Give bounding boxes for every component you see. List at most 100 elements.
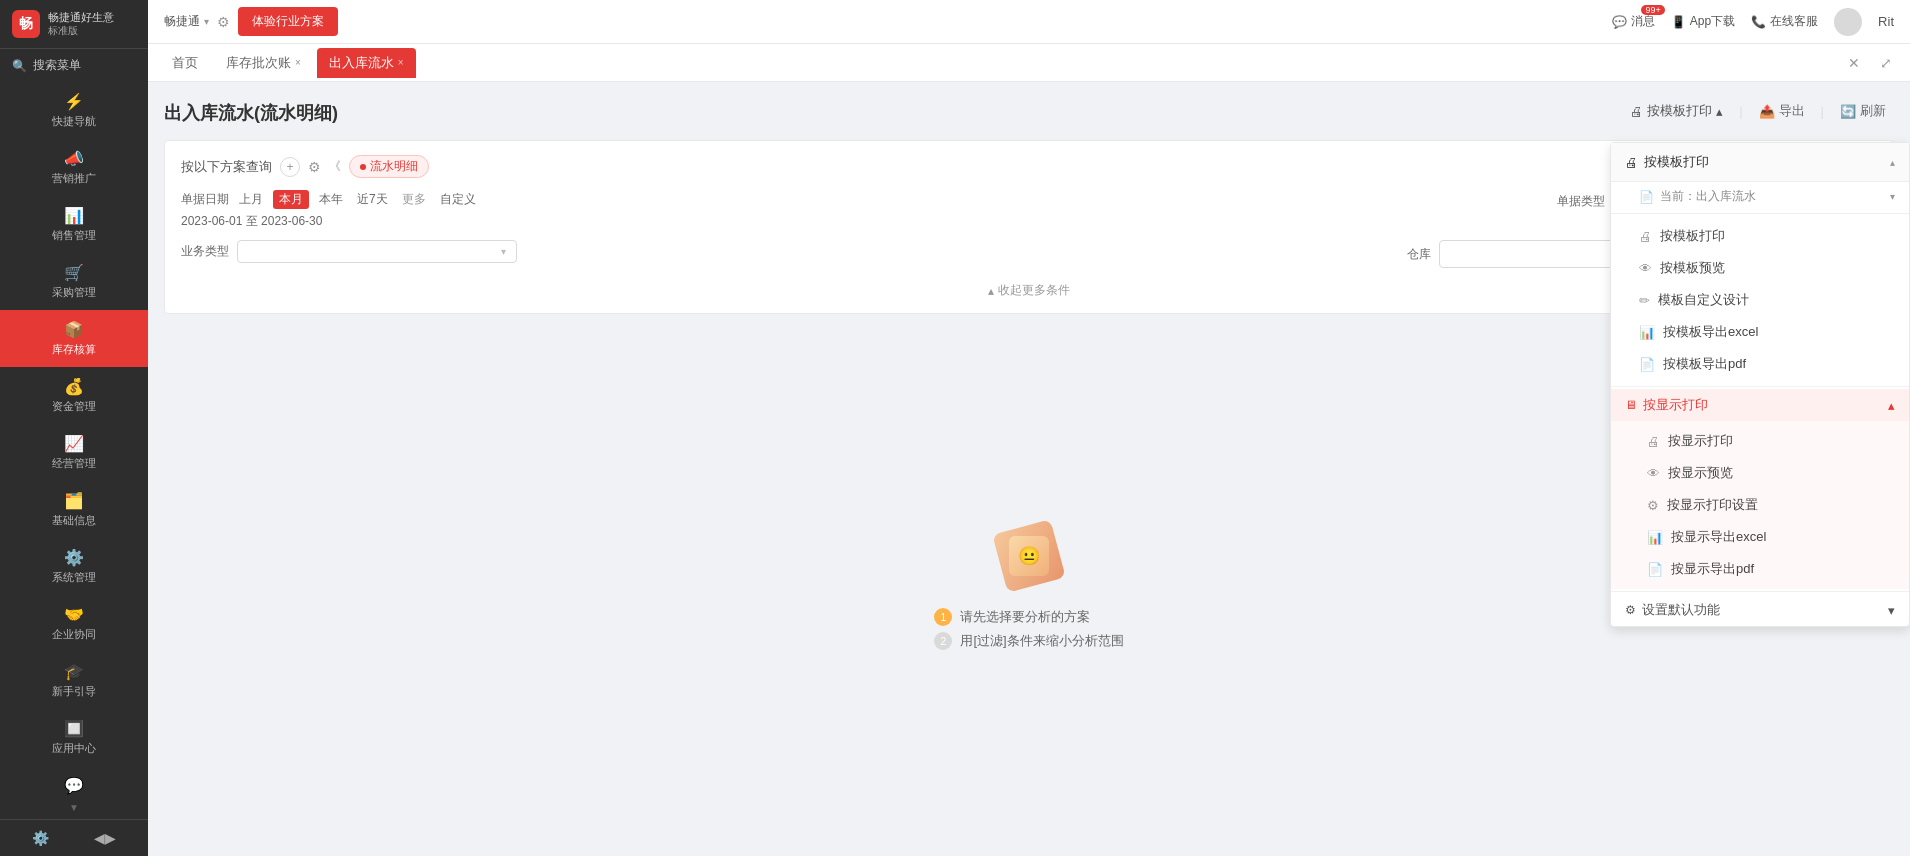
- shortcut-custom[interactable]: 自定义: [436, 190, 480, 209]
- window-close-btn[interactable]: ✕: [1842, 53, 1866, 73]
- app-download-label: App下载: [1690, 13, 1735, 30]
- topbar-user[interactable]: 畅捷通 ▾: [164, 13, 209, 30]
- sidebar-item-collab[interactable]: 🤝 企业协同: [0, 595, 148, 652]
- display-preview-item[interactable]: 👁 按显示预览: [1611, 457, 1909, 489]
- logo-icon: 畅: [12, 10, 40, 38]
- print-icon: 🖨: [1630, 104, 1643, 119]
- template-print-item[interactable]: 🖨 按模板打印: [1611, 220, 1909, 252]
- template-custom-icon: ✏: [1639, 293, 1650, 308]
- template-excel-item[interactable]: 📊 按模板导出excel: [1611, 316, 1909, 348]
- basic-icon: 🗂️: [64, 491, 84, 510]
- sidebar-item-appcenter[interactable]: 🔲 应用中心: [0, 709, 148, 766]
- business-type-select[interactable]: ▾: [237, 240, 517, 263]
- online-service-group[interactable]: 📞 在线客服: [1751, 13, 1818, 30]
- display-excel-icon: 📊: [1647, 530, 1663, 545]
- scroll-down-arrow[interactable]: ▼: [67, 800, 81, 815]
- sidebar-item-inventory[interactable]: 📦 库存核算: [0, 310, 148, 367]
- sidebar-item-quicknav[interactable]: ⚡ 快捷导航: [0, 82, 148, 139]
- sidebar-item-operations[interactable]: 📈 经营管理: [0, 424, 148, 481]
- topbar-settings-icon[interactable]: ⚙: [217, 14, 230, 30]
- current-chevron[interactable]: ▾: [1890, 191, 1895, 202]
- filter-chip-liushui[interactable]: 流水明细: [349, 155, 429, 178]
- online-service-label: 在线客服: [1770, 13, 1818, 30]
- step-num-1: 1: [934, 608, 952, 626]
- collapse-link[interactable]: ▴ 收起更多条件: [988, 282, 1070, 299]
- page-title: 出入库流水(流水明细): [164, 101, 338, 125]
- sidebar-search[interactable]: 🔍 搜索菜单: [0, 49, 148, 82]
- tab-batch-label: 库存批次账: [226, 54, 291, 72]
- sidebar-item-guide[interactable]: 🎓 新手引导: [0, 652, 148, 709]
- display-excel-item[interactable]: 📊 按显示导出excel: [1611, 521, 1909, 553]
- message-label: 消息: [1631, 13, 1655, 30]
- appcenter-icon: 🔲: [64, 719, 84, 738]
- print-template-btn[interactable]: 🖨 按模板打印 ▴: [1622, 98, 1731, 124]
- template-preview-item[interactable]: 👁 按模板预览: [1611, 252, 1909, 284]
- inventory-icon: 📦: [64, 320, 84, 339]
- empty-steps: 1 请先选择要分析的方案 2 用[过滤]条件来缩小分析范围: [934, 608, 1123, 650]
- filter-title: 按以下方案查询: [181, 158, 272, 176]
- template-custom-item[interactable]: ✏ 模板自定义设计: [1611, 284, 1909, 316]
- refresh-btn[interactable]: 🔄 刷新: [1832, 98, 1894, 124]
- date-field: 单据日期 上月 本月 本年 近7天 更多 自定义 2023-06-01 至 20…: [181, 190, 1541, 230]
- trial-btn[interactable]: 体验行业方案: [238, 7, 338, 36]
- print-dropdown-header: 🖨 按模板打印 ▴: [1611, 143, 1909, 182]
- refresh-icon: 🔄: [1840, 104, 1856, 119]
- tab-batch[interactable]: 库存批次账 ×: [214, 48, 313, 78]
- user-display-name: Rit: [1878, 14, 1894, 29]
- print-dropdown: 🖨 按模板打印 ▴ 📄 当前：出入库流水 ▾ 🖨 按模板打印: [1610, 142, 1910, 627]
- tab-home[interactable]: 首页: [160, 48, 210, 78]
- user-avatar[interactable]: [1834, 8, 1862, 36]
- business-chevron: ▾: [501, 246, 506, 257]
- shortcut-more[interactable]: 更多: [398, 190, 430, 209]
- shortcut-this-month[interactable]: 本月: [273, 190, 309, 209]
- tab-batch-close[interactable]: ×: [295, 57, 301, 68]
- page-content: 出入库流水(流水明细) 🖨 按模板打印 ▴ | 📤 导出 | 🔄 刷新: [148, 82, 1910, 856]
- display-section-chevron: ▴: [1888, 398, 1895, 413]
- template-print-icon: 🖨: [1639, 229, 1652, 244]
- display-pdf-item[interactable]: 📄 按显示导出pdf: [1611, 553, 1909, 585]
- sidebar-item-finance[interactable]: 💰 资金管理: [0, 367, 148, 424]
- tab-flow[interactable]: 出入库流水 ×: [317, 48, 416, 78]
- shortcut-this-year[interactable]: 本年: [315, 190, 347, 209]
- export-btn[interactable]: 📤 导出: [1751, 98, 1813, 124]
- filter-add-btn[interactable]: +: [280, 157, 300, 177]
- toolbar-divider2: |: [1821, 104, 1824, 119]
- display-print-settings-item[interactable]: ⚙ 按显示打印设置: [1611, 489, 1909, 521]
- empty-icon: 😐: [989, 516, 1069, 596]
- sidebar-item-basic[interactable]: 🗂️ 基础信息: [0, 481, 148, 538]
- template-pdf-icon: 📄: [1639, 357, 1655, 372]
- date-group: 单据日期 上月 本月 本年 近7天 更多 自定义 2023-06-01 至 20…: [181, 190, 1541, 230]
- collapse-sidebar-btn[interactable]: ◀▶: [94, 830, 116, 846]
- sidebar-item-purchase[interactable]: 🛒 采购管理: [0, 253, 148, 310]
- settings-bottom-btn[interactable]: ⚙️: [32, 830, 49, 846]
- default-function-item[interactable]: ⚙ 设置默认功能 ▾: [1611, 594, 1909, 626]
- sidebar: 畅 畅捷通好生意 标准版 🔍 搜索菜单 ⚡ 快捷导航 📣 营销推广 📊 销售管理…: [0, 0, 148, 856]
- sidebar-item-system[interactable]: ⚙️ 系统管理: [0, 538, 148, 595]
- tab-flow-close[interactable]: ×: [398, 57, 404, 68]
- shortcut-last-month[interactable]: 上月: [235, 190, 267, 209]
- chip-dot: [360, 164, 366, 170]
- template-pdf-item[interactable]: 📄 按模板导出pdf: [1611, 348, 1909, 380]
- business-type-field: 业务类型 ▾: [181, 240, 1391, 263]
- window-expand-btn[interactable]: ⤢: [1874, 53, 1898, 73]
- sidebar-item-marketing[interactable]: 📣 营销推广: [0, 139, 148, 196]
- tabs-window-controls: ✕ ⤢: [1842, 53, 1898, 73]
- app-download-group[interactable]: 📱 App下载: [1671, 13, 1735, 30]
- tab-flow-label: 出入库流水: [329, 54, 394, 72]
- print-dropdown-chevron-up[interactable]: ▴: [1890, 157, 1895, 168]
- date-shortcuts: 上月 本月 本年 近7天 更多 自定义: [235, 190, 480, 209]
- tabs-bar: 首页 库存批次账 × 出入库流水 × ✕ ⤢: [148, 44, 1910, 82]
- sidebar-item-sales[interactable]: 📊 销售管理: [0, 196, 148, 253]
- display-print-item[interactable]: 🖨 按显示打印: [1611, 425, 1909, 457]
- topbar: 畅捷通 ▾ ⚙ 体验行业方案 💬 消息 99+ 📱 App下载 📞 在线客服 R…: [148, 0, 1910, 44]
- filter-collapse-btn[interactable]: 《: [329, 158, 341, 175]
- filter-gear-btn[interactable]: ⚙: [308, 159, 321, 175]
- display-preview-icon: 👁: [1647, 466, 1660, 481]
- date-label: 单据日期: [181, 191, 229, 208]
- message-group[interactable]: 💬 消息 99+: [1612, 13, 1655, 30]
- display-section-header[interactable]: 🖥 按显示打印 ▴: [1611, 389, 1909, 421]
- finance-icon: 💰: [64, 377, 84, 396]
- sidebar-item-wechat[interactable]: 💬 企业微信: [0, 766, 148, 796]
- shortcut-7days[interactable]: 近7天: [353, 190, 392, 209]
- collab-icon: 🤝: [64, 605, 84, 624]
